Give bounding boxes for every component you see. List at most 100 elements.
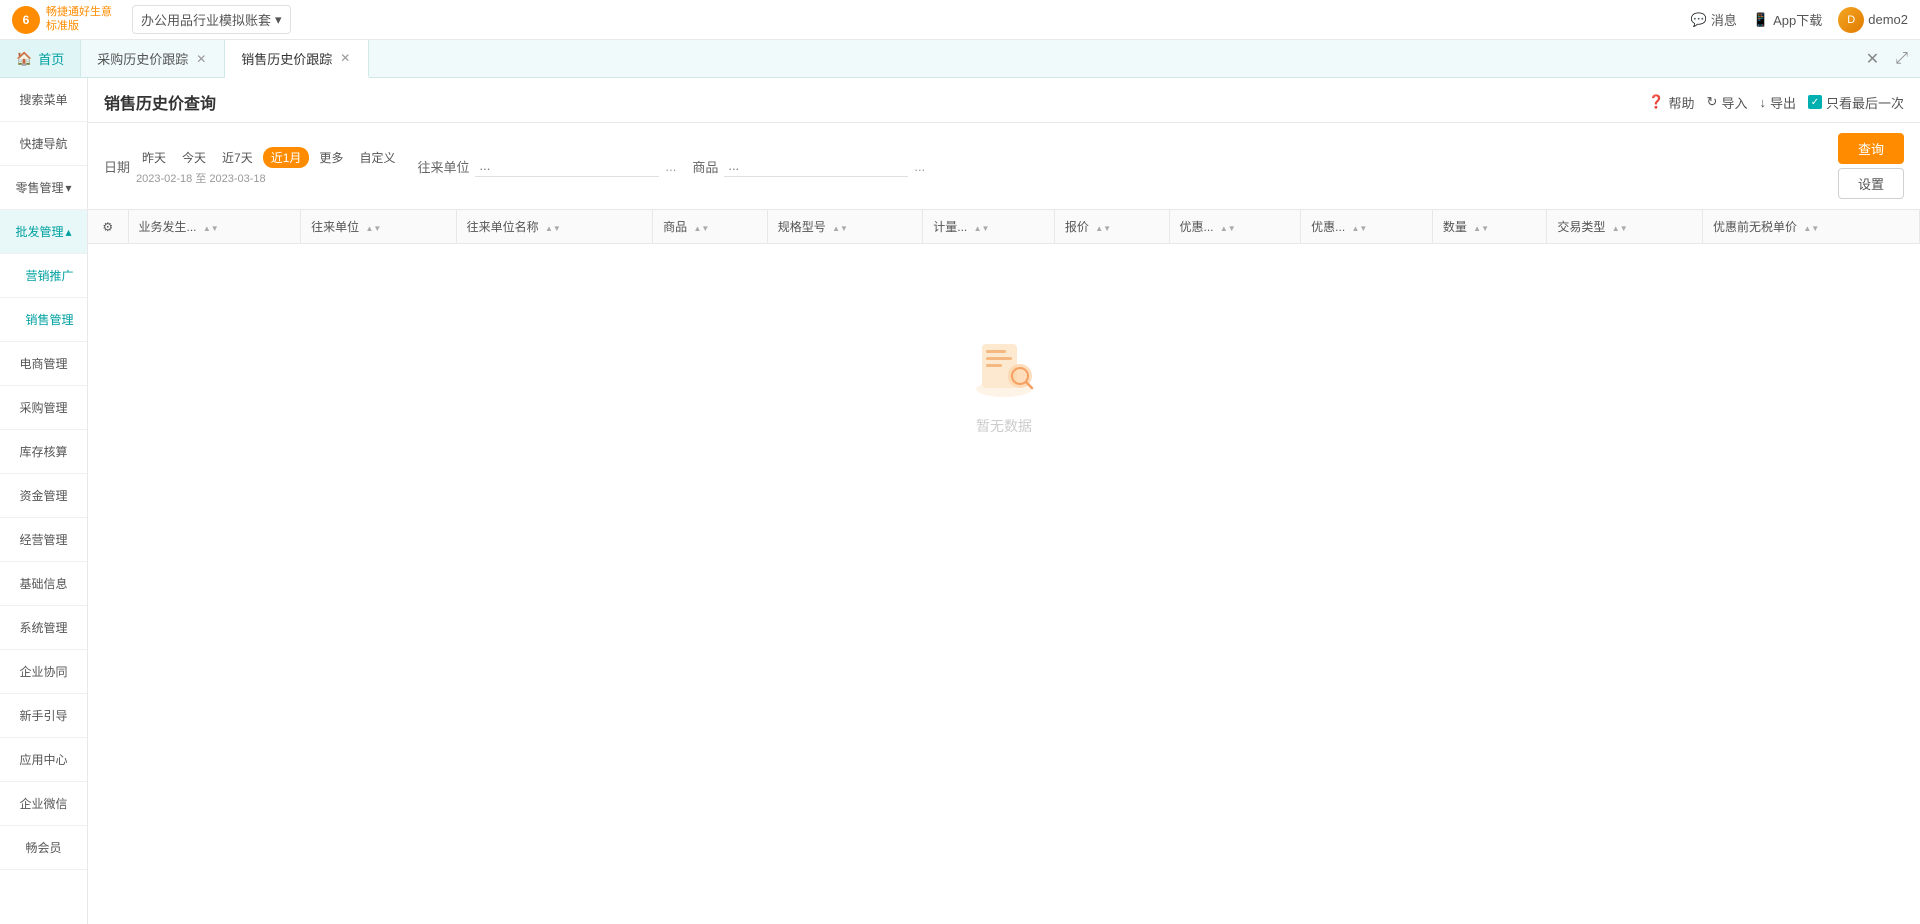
app-download-action[interactable]: 📱 App下载 <box>1753 10 1822 29</box>
filter-actions: 查询 设置 <box>1838 133 1904 199</box>
sidebar-item-sales-mgmt[interactable]: 销售管理 <box>0 298 87 342</box>
message-icon: 💬 <box>1691 12 1707 28</box>
col-spec[interactable]: 规格型号 ▲▼ <box>767 210 923 244</box>
col-unit[interactable]: 计量... ▲▼ <box>923 210 1055 244</box>
settings-button[interactable]: 设置 <box>1838 168 1904 199</box>
retail-label: 零售管理 <box>15 179 63 196</box>
sort-icon: ▲▼ <box>1220 225 1236 233</box>
col-quote[interactable]: 报价 ▲▼ <box>1054 210 1169 244</box>
col-pre-tax-price[interactable]: 优惠前无税单价 ▲▼ <box>1702 210 1919 244</box>
sort-icon: ▲▼ <box>1612 225 1628 233</box>
sort-icon: ▲▼ <box>1473 225 1489 233</box>
sidebar-item-wholesale[interactable]: 批发管理 ▴ <box>0 210 87 254</box>
sort-icon: ▲▼ <box>974 225 990 233</box>
close-all-tabs-btn[interactable]: ✕ <box>1862 47 1883 71</box>
export-action[interactable]: ↓ 导出 <box>1759 93 1796 112</box>
tab-bar-actions: ✕ ⤢ <box>1862 40 1920 77</box>
sidebar-item-system[interactable]: 系统管理 <box>0 606 87 650</box>
sort-icon: ▲▼ <box>545 225 561 233</box>
content-area: 销售历史价查询 ❓ 帮助 ↻ 导入 ↓ 导出 ✓ 只看最后一次 <box>88 78 1920 924</box>
col-discount1[interactable]: 优惠... ▲▼ <box>1169 210 1301 244</box>
header-left: 6 畅捷通好生意 标准版 办公用品行业模拟账套 ▾ <box>12 5 291 34</box>
date-range-text: 2023-02-18 至 2023-03-18 <box>136 170 401 186</box>
user-action[interactable]: D demo2 <box>1838 7 1908 33</box>
logo-icon: 6 <box>12 6 40 34</box>
logo-text: 畅捷通好生意 标准版 <box>46 6 112 32</box>
col-partner-name[interactable]: 往来单位名称 ▲▼ <box>456 210 652 244</box>
sidebar: 搜索菜单 快捷导航 零售管理 ▾ 批发管理 ▴ 营销推广 销售管理 电商管理 采… <box>0 78 88 924</box>
header-right: 💬 消息 📱 App下载 D demo2 <box>1691 7 1908 33</box>
page-header: 销售历史价查询 ❓ 帮助 ↻ 导入 ↓ 导出 ✓ 只看最后一次 <box>88 78 1920 123</box>
col-gear[interactable]: ⚙ <box>88 210 128 244</box>
col-partner-code[interactable]: 往来单位 ▲▼ <box>301 210 457 244</box>
tab-sales-history[interactable]: 销售历史价跟踪 ✕ <box>225 40 369 78</box>
sort-icon: ▲▼ <box>832 225 848 233</box>
query-button[interactable]: 查询 <box>1838 133 1904 164</box>
col-product[interactable]: 商品 ▲▼ <box>653 210 768 244</box>
sort-icon: ▲▼ <box>365 225 381 233</box>
sidebar-item-app-center[interactable]: 应用中心 <box>0 738 87 782</box>
export-icon: ↓ <box>1759 95 1766 110</box>
tab-purchase-history[interactable]: 采购历史价跟踪 ✕ <box>81 40 225 77</box>
col-discount2[interactable]: 优惠... ▲▼ <box>1301 210 1433 244</box>
partner-dots: ... <box>665 159 676 174</box>
expand-tabs-btn[interactable]: ⤢ <box>1891 48 1912 70</box>
sidebar-item-search[interactable]: 搜索菜单 <box>0 78 87 122</box>
sidebar-item-operations[interactable]: 经营管理 <box>0 518 87 562</box>
col-qty[interactable]: 数量 ▲▼ <box>1432 210 1547 244</box>
sidebar-item-finance[interactable]: 资金管理 <box>0 474 87 518</box>
partner-label: 往来单位 <box>417 157 469 176</box>
close-sales-tab[interactable]: ✕ <box>338 51 352 65</box>
sidebar-item-enterprise-wechat[interactable]: 企业微信 <box>0 782 87 826</box>
date-btn-1month[interactable]: 近1月 <box>263 147 310 168</box>
main-layout: 搜索菜单 快捷导航 零售管理 ▾ 批发管理 ▴ 营销推广 销售管理 电商管理 采… <box>0 78 1920 924</box>
app-selector[interactable]: 办公用品行业模拟账套 ▾ <box>132 5 291 34</box>
col-biz-date[interactable]: 业务发生... ▲▼ <box>128 210 301 244</box>
import-icon: ↻ <box>1707 94 1718 110</box>
chevron-down-icon: ▾ <box>65 181 71 195</box>
home-icon: 🏠 <box>16 51 32 67</box>
message-action[interactable]: 💬 消息 <box>1691 10 1737 29</box>
shortcuts-label: 快捷导航 <box>19 135 67 152</box>
sidebar-item-enterprise-collab[interactable]: 企业协同 <box>0 650 87 694</box>
sidebar-item-member[interactable]: 畅会员 <box>0 826 87 870</box>
sidebar-item-inventory[interactable]: 库存核算 <box>0 430 87 474</box>
date-btn-7days[interactable]: 近7天 <box>216 147 259 168</box>
sidebar-item-ecommerce[interactable]: 电商管理 <box>0 342 87 386</box>
sidebar-item-marketing[interactable]: 营销推广 <box>0 254 87 298</box>
help-icon: ❓ <box>1648 94 1664 110</box>
chevron-up-icon: ▴ <box>65 225 71 239</box>
date-btn-today[interactable]: 今天 <box>176 147 212 168</box>
table-header: ⚙ 业务发生... ▲▼ 往来单位 ▲▼ 往来单位名称 ▲▼ <box>88 210 1920 244</box>
sort-icon: ▲▼ <box>1803 225 1819 233</box>
partner-filter-group: 往来单位 ... <box>417 155 676 177</box>
date-btn-yesterday[interactable]: 昨天 <box>136 147 172 168</box>
table-container: ⚙ 业务发生... ▲▼ 往来单位 ▲▼ 往来单位名称 ▲▼ <box>88 210 1920 924</box>
filter-bar: 日期 昨天 今天 近7天 近1月 更多 自定义 2023-02-18 至 202… <box>88 123 1920 210</box>
sidebar-item-shortcuts[interactable]: 快捷导航 <box>0 122 87 166</box>
page-actions: ❓ 帮助 ↻ 导入 ↓ 导出 ✓ 只看最后一次 <box>1648 93 1904 112</box>
table-header-row: ⚙ 业务发生... ▲▼ 往来单位 ▲▼ 往来单位名称 ▲▼ <box>88 210 1920 244</box>
download-icon: 📱 <box>1753 12 1769 28</box>
only-last-action[interactable]: ✓ 只看最后一次 <box>1808 93 1904 112</box>
page-title: 销售历史价查询 <box>104 90 216 114</box>
sidebar-item-basic-info[interactable]: 基础信息 <box>0 562 87 606</box>
sidebar-item-beginner[interactable]: 新手引导 <box>0 694 87 738</box>
partner-input[interactable] <box>475 155 659 177</box>
sidebar-item-purchase[interactable]: 采购管理 <box>0 386 87 430</box>
empty-text: 暂无数据 <box>976 416 1032 436</box>
close-purchase-tab[interactable]: ✕ <box>194 52 208 66</box>
data-table: ⚙ 业务发生... ▲▼ 往来单位 ▲▼ 往来单位名称 ▲▼ <box>88 210 1920 244</box>
empty-icon <box>964 324 1044 404</box>
avatar: D <box>1838 7 1864 33</box>
sort-icon: ▲▼ <box>1095 225 1111 233</box>
help-action[interactable]: ❓ 帮助 <box>1648 93 1694 112</box>
date-btn-more[interactable]: 更多 <box>313 147 349 168</box>
import-action[interactable]: ↻ 导入 <box>1707 93 1748 112</box>
product-input[interactable] <box>724 155 908 177</box>
sidebar-item-retail[interactable]: 零售管理 ▾ <box>0 166 87 210</box>
date-btn-custom[interactable]: 自定义 <box>353 147 401 168</box>
only-last-checkbox[interactable]: ✓ <box>1808 95 1822 109</box>
col-trade-type[interactable]: 交易类型 ▲▼ <box>1547 210 1703 244</box>
tab-home[interactable]: 🏠 首页 <box>0 40 81 77</box>
